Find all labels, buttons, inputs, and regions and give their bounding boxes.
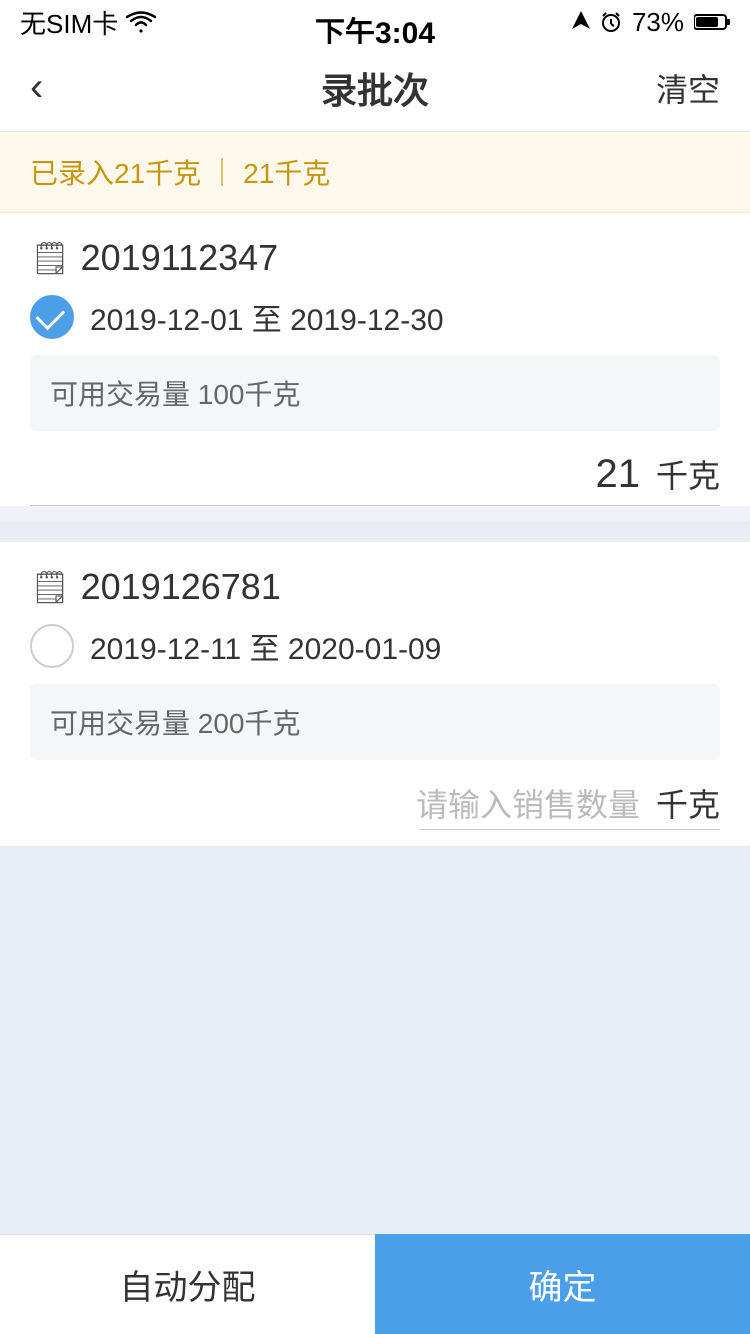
batch2-availability: 可用交易量 200千克 (30, 684, 720, 760)
batch2-input-unit: 千克 (656, 780, 720, 826)
wifi-icon (126, 11, 156, 33)
batch1-qty-inner: 21 千克 (30, 431, 720, 497)
batch2-radio[interactable] (30, 624, 74, 668)
batch2-input-underline (420, 829, 720, 830)
bottom-bar: 自动分配 确定 (0, 1234, 750, 1334)
summary-label: 已录入21千克 (30, 152, 201, 192)
back-button[interactable]: ‹ (30, 65, 90, 110)
batch1-underline (30, 505, 720, 506)
battery-text: 73% (632, 7, 684, 38)
location-icon (572, 11, 590, 33)
batch2-input-placeholder: 请输入销售数量 (416, 780, 640, 826)
batch1-id-row: 🗒 2019112347 (30, 237, 720, 279)
alarm-icon (600, 11, 622, 33)
batch2-id-row: 🗒 2019126781 (30, 566, 720, 608)
batch2-input-section: 请输入销售数量 千克 (0, 760, 750, 846)
batch-card-1: 🗒 2019112347 2019-12-01 至 2019-12-30 可用交… (0, 213, 750, 506)
section-separator-1 (0, 522, 750, 542)
status-bar: 无SIM卡 下午3:04 73% (0, 0, 750, 44)
empty-area (0, 846, 750, 1286)
batch2-date-row[interactable]: 2019-12-11 至 2020-01-09 (30, 624, 720, 668)
battery-icon (694, 13, 730, 31)
batch1-quantity-section: 21 千克 (0, 431, 750, 506)
summary-banner: 已录入21千克 21千克 (0, 132, 750, 213)
batch1-radio[interactable] (30, 295, 74, 339)
status-bar-left: 无SIM卡 (20, 4, 156, 41)
clear-button[interactable]: 清空 (656, 65, 720, 111)
status-bar-right: 73% (572, 7, 730, 38)
batch-card-2: 🗒 2019126781 2019-12-11 至 2020-01-09 可用交… (0, 542, 750, 846)
batch2-date: 2019-12-11 至 2020-01-09 (90, 624, 441, 668)
doc-icon-2: 🗒 (30, 568, 71, 606)
batch1-id: 2019112347 (81, 237, 279, 279)
batch1-quantity-value: 21 (595, 452, 640, 497)
batch2-id: 2019126781 (81, 566, 281, 608)
batch1-date: 2019-12-01 至 2019-12-30 (90, 295, 444, 339)
signal-text: 无SIM卡 (20, 4, 118, 41)
page-title: 录批次 (321, 62, 429, 114)
confirm-button[interactable]: 确定 (375, 1234, 750, 1334)
summary-divider (221, 158, 223, 186)
batch1-availability: 可用交易量 100千克 (30, 355, 720, 431)
auto-distribute-button[interactable]: 自动分配 (0, 1234, 375, 1334)
batch1-date-row[interactable]: 2019-12-01 至 2019-12-30 (30, 295, 720, 339)
batch1-quantity-unit: 千克 (656, 451, 720, 497)
nav-bar: ‹ 录批次 清空 (0, 44, 750, 132)
doc-icon-1: 🗒 (30, 239, 71, 277)
summary-amount: 21千克 (243, 152, 330, 192)
